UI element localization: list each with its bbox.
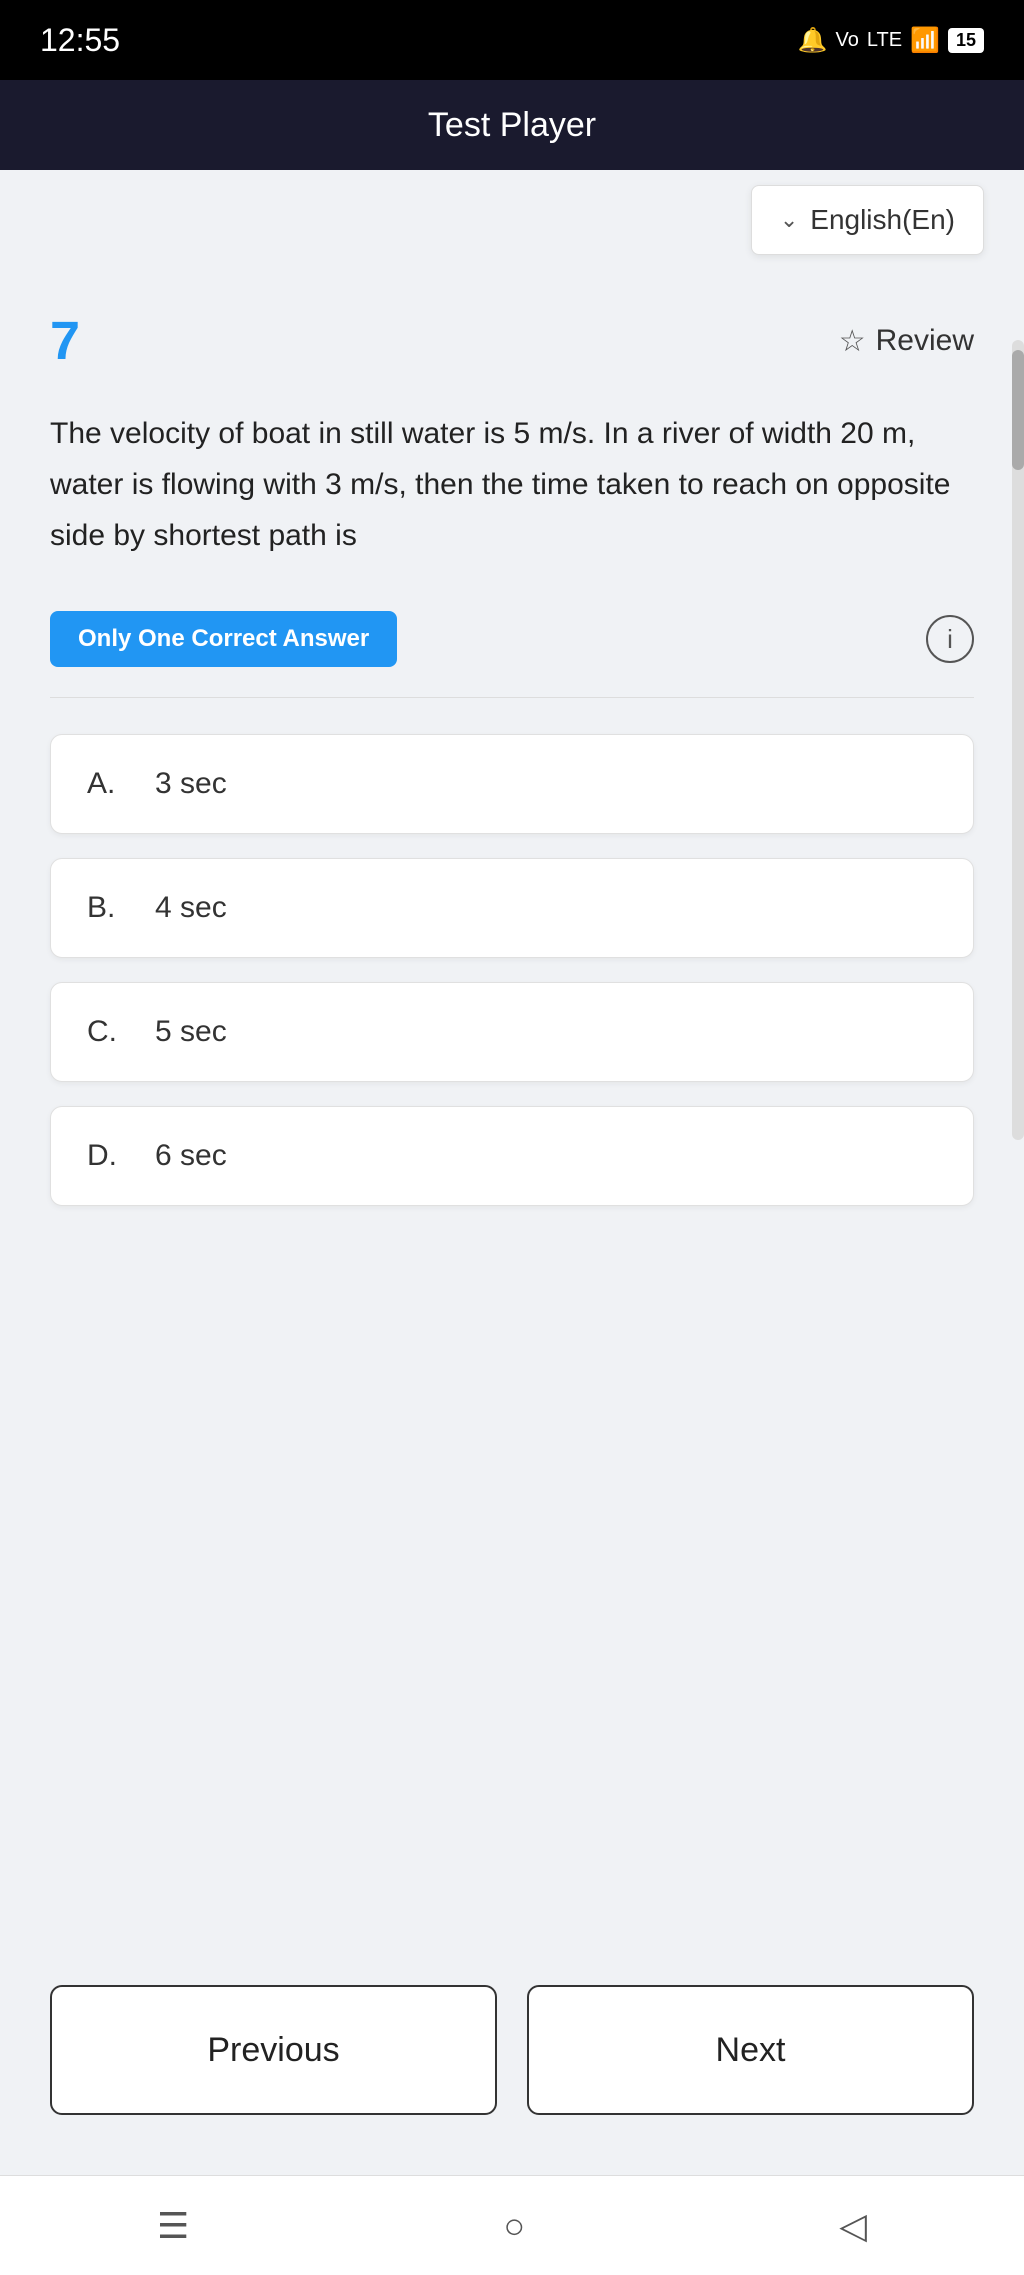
option-c-text: 5 sec bbox=[155, 1015, 227, 1049]
bottom-nav-bar: ☰ ○ ◁ bbox=[0, 2175, 1024, 2275]
content-wrapper: ⌄ English(En) 7 ☆ Review The velocity of… bbox=[0, 170, 1024, 2175]
top-bar: Test Player bbox=[0, 80, 1024, 170]
answer-type-row: Only One Correct Answer i bbox=[50, 611, 974, 667]
divider bbox=[50, 697, 974, 698]
option-a-label: A. bbox=[87, 767, 127, 801]
main-content: 7 ☆ Review The velocity of boat in still… bbox=[0, 270, 1024, 2175]
star-icon: ☆ bbox=[839, 324, 866, 359]
option-d[interactable]: D. 6 sec bbox=[50, 1106, 974, 1206]
app-title: Test Player bbox=[428, 106, 596, 145]
language-selector[interactable]: ⌄ English(En) bbox=[751, 185, 984, 255]
next-button[interactable]: Next bbox=[527, 1985, 974, 2115]
home-icon[interactable]: ○ bbox=[503, 2205, 525, 2247]
bell-icon: 🔔 bbox=[798, 26, 828, 55]
info-symbol: i bbox=[947, 624, 953, 655]
menu-icon[interactable]: ☰ bbox=[157, 2205, 189, 2247]
scrollbar-thumb bbox=[1012, 350, 1024, 470]
language-bar: ⌄ English(En) bbox=[0, 170, 1024, 270]
question-text: The velocity of boat in still water is 5… bbox=[50, 408, 974, 561]
option-b-text: 4 sec bbox=[155, 891, 227, 925]
battery-badge: 15 bbox=[948, 28, 984, 53]
option-d-label: D. bbox=[87, 1139, 127, 1173]
option-b-label: B. bbox=[87, 891, 127, 925]
option-b[interactable]: B. 4 sec bbox=[50, 858, 974, 958]
option-a[interactable]: A. 3 sec bbox=[50, 734, 974, 834]
question-number: 7 bbox=[50, 310, 80, 372]
status-icons: 🔔 Vo LTE 📶 15 bbox=[798, 26, 984, 55]
option-d-text: 6 sec bbox=[155, 1139, 227, 1173]
question-header: 7 ☆ Review bbox=[50, 310, 974, 372]
status-bar: 12:55 🔔 Vo LTE 📶 15 bbox=[0, 0, 1024, 80]
nav-buttons: Previous Next bbox=[50, 1985, 974, 2135]
answer-type-badge: Only One Correct Answer bbox=[50, 611, 397, 667]
option-a-text: 3 sec bbox=[155, 767, 227, 801]
back-icon[interactable]: ◁ bbox=[839, 2205, 867, 2247]
chevron-down-icon: ⌄ bbox=[780, 207, 798, 233]
status-time: 12:55 bbox=[40, 22, 120, 59]
scrollbar[interactable] bbox=[1012, 340, 1024, 1140]
signal-icon: 📶 bbox=[910, 26, 940, 55]
option-c-label: C. bbox=[87, 1015, 127, 1049]
language-label: English(En) bbox=[810, 204, 955, 236]
info-icon[interactable]: i bbox=[926, 615, 974, 663]
previous-button[interactable]: Previous bbox=[50, 1985, 497, 2115]
option-c[interactable]: C. 5 sec bbox=[50, 982, 974, 1082]
lte-icon: LTE bbox=[867, 29, 902, 52]
review-button[interactable]: ☆ Review bbox=[839, 324, 974, 359]
vo-icon: Vo bbox=[836, 29, 859, 52]
review-label: Review bbox=[876, 324, 974, 358]
options-list: A. 3 sec B. 4 sec C. 5 sec D. 6 sec bbox=[50, 734, 974, 1206]
